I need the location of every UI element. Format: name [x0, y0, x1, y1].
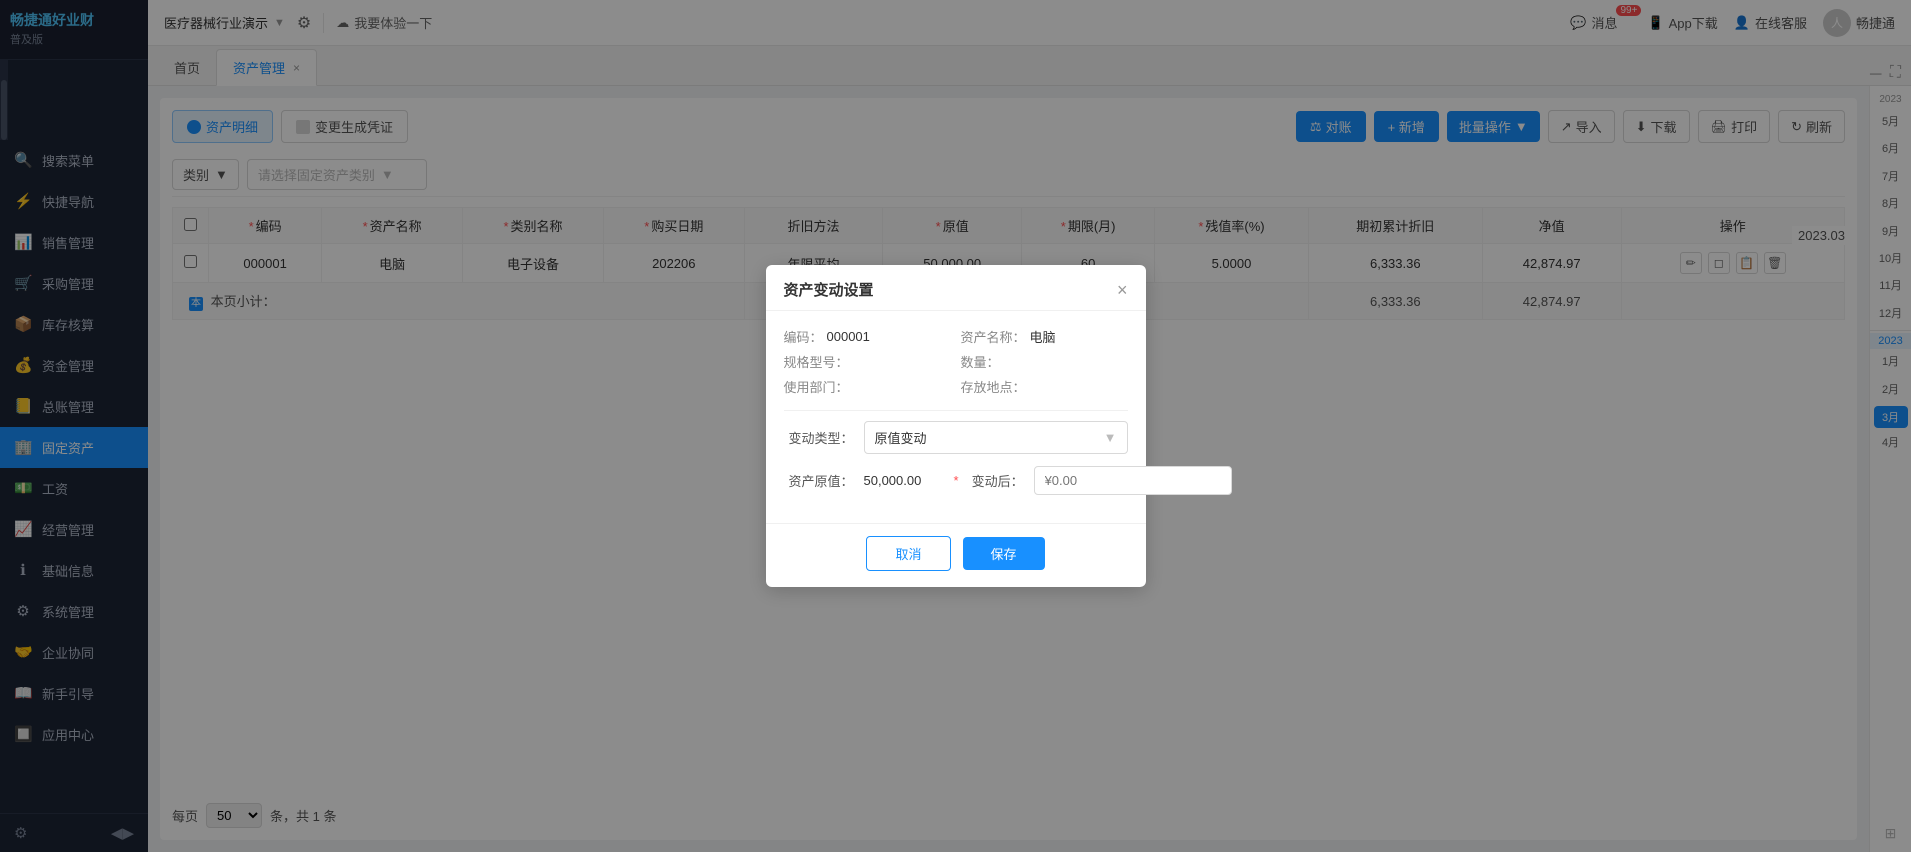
code-label: 编码：: [784, 327, 823, 346]
modal-overlay: 资产变动设置 × 编码： 000001 资产名称： 电脑 规格型号： 数量：: [0, 0, 1911, 852]
location-label: 存放地点：: [961, 377, 1026, 396]
original-value-display: 50,000.00: [864, 473, 944, 488]
asset-name-value: 电脑: [1030, 327, 1056, 346]
change-type-label: 变动类型：: [784, 428, 854, 447]
asset-value-row: 资产原值： 50,000.00 * 变动后：: [784, 466, 1128, 495]
change-type-arrow-icon: ▼: [1104, 430, 1117, 445]
change-type-select[interactable]: 原值变动 ▼: [864, 421, 1128, 454]
save-button[interactable]: 保存: [963, 537, 1045, 570]
original-value-label: 资产原值：: [784, 471, 854, 490]
asset-name-label: 资产名称：: [961, 327, 1026, 346]
modal-spec-item: 规格型号：: [784, 352, 951, 371]
cancel-button[interactable]: 取消: [866, 536, 950, 571]
modal-close-btn[interactable]: ×: [1117, 281, 1128, 299]
after-change-label: 变动后：: [972, 471, 1024, 490]
department-label: 使用部门：: [784, 377, 849, 396]
modal-name-item: 资产名称： 电脑: [961, 327, 1128, 346]
after-change-input[interactable]: [1034, 466, 1232, 495]
modal-code-item: 编码： 000001: [784, 327, 951, 346]
modal-title: 资产变动设置: [784, 279, 874, 300]
quantity-label: 数量：: [961, 352, 1000, 371]
code-value: 000001: [827, 329, 870, 344]
change-type-row: 变动类型： 原值变动 ▼: [784, 421, 1128, 454]
modal-info-grid: 编码： 000001 资产名称： 电脑 规格型号： 数量： 使用部门：: [784, 327, 1128, 396]
modal-quantity-item: 数量：: [961, 352, 1128, 371]
modal-department-item: 使用部门：: [784, 377, 951, 396]
modal-body: 编码： 000001 资产名称： 电脑 规格型号： 数量： 使用部门：: [766, 311, 1146, 523]
spec-label: 规格型号：: [784, 352, 849, 371]
required-dot: *: [954, 473, 959, 488]
asset-change-modal: 资产变动设置 × 编码： 000001 资产名称： 电脑 规格型号： 数量：: [766, 265, 1146, 587]
modal-divider: [784, 410, 1128, 411]
modal-footer: 取消 保存: [766, 523, 1146, 587]
change-type-value: 原值变动: [875, 428, 927, 447]
modal-header: 资产变动设置 ×: [766, 265, 1146, 311]
modal-location-item: 存放地点：: [961, 377, 1128, 396]
